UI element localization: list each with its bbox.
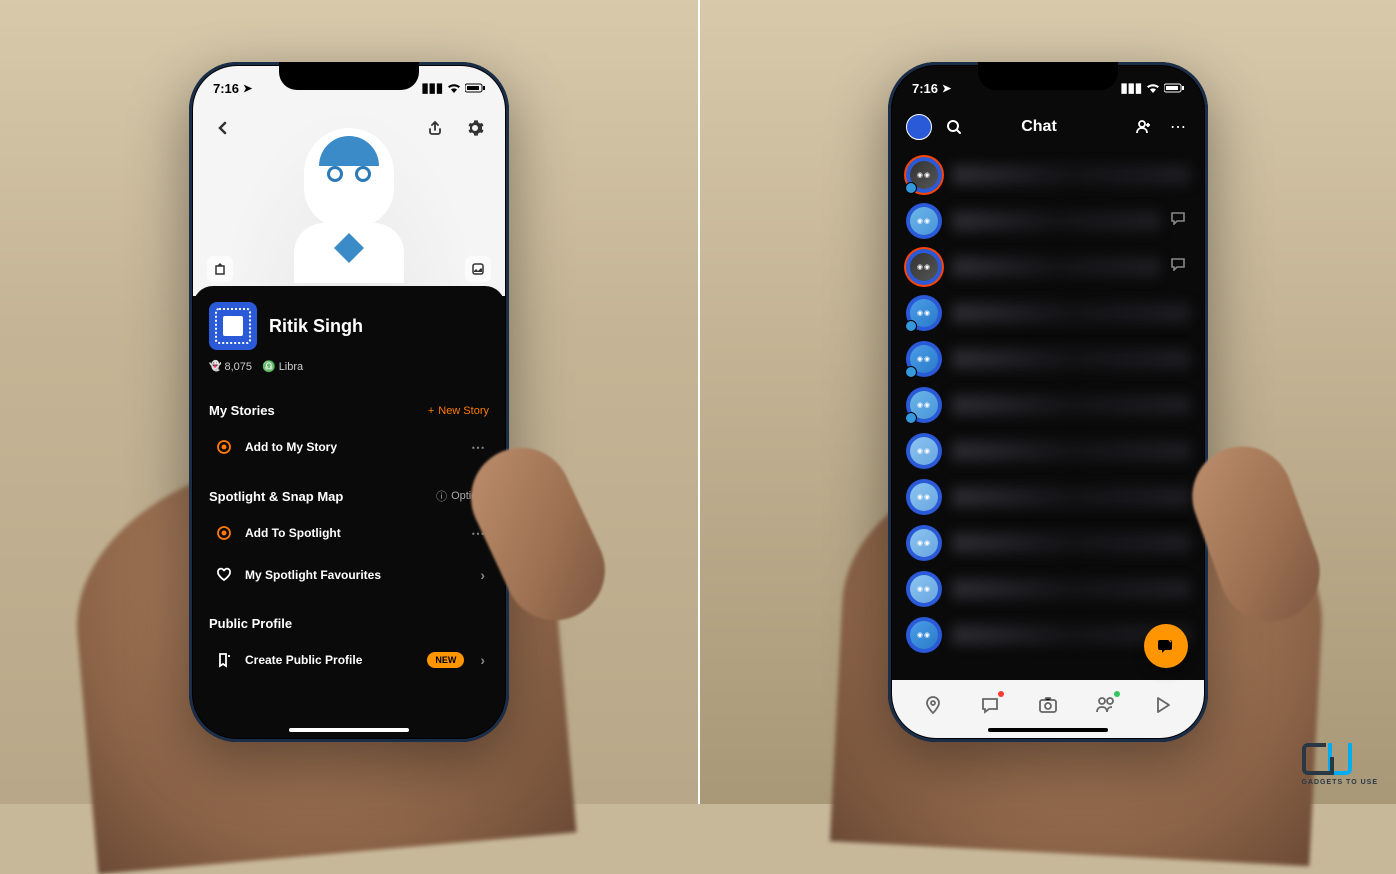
snap-score[interactable]: 👻 8,075 — [209, 361, 252, 373]
plus-icon: + — [428, 405, 434, 417]
chat-name-redacted — [952, 349, 1190, 369]
chevron-right-icon: › — [480, 652, 485, 668]
reply-icon[interactable] — [1170, 257, 1190, 277]
reply-icon[interactable] — [1170, 211, 1190, 231]
status-badge — [905, 366, 917, 378]
chat-avatar[interactable] — [906, 571, 942, 607]
status-badge — [905, 320, 917, 332]
status-badge — [905, 182, 917, 194]
wifi-icon — [1146, 81, 1160, 96]
chat-row[interactable] — [902, 520, 1194, 566]
spotlight-title: Spotlight & Snap Map — [209, 489, 343, 504]
camera-icon — [213, 522, 235, 544]
chat-name-redacted — [952, 533, 1190, 553]
chat-name-redacted — [952, 257, 1160, 277]
chat-avatar[interactable] — [906, 525, 942, 561]
more-button[interactable]: ⋯ — [1166, 115, 1190, 139]
settings-button[interactable] — [461, 114, 489, 142]
notification-dot — [1114, 691, 1120, 697]
bookmark-add-icon — [213, 649, 235, 671]
chat-name-redacted — [952, 395, 1190, 415]
notification-dot — [998, 691, 1004, 697]
background-button[interactable] — [465, 256, 491, 282]
watermark: GADGETS TO USE — [1302, 743, 1379, 786]
profile-name: Ritik Singh — [269, 316, 363, 337]
chat-avatar[interactable] — [906, 433, 942, 469]
snapcode[interactable] — [209, 302, 257, 350]
chat-row[interactable] — [902, 382, 1194, 428]
chat-name-redacted — [952, 165, 1190, 185]
nav-chat[interactable] — [974, 689, 1006, 721]
bitmoji-avatar[interactable] — [279, 128, 419, 298]
nav-map[interactable] — [917, 689, 949, 721]
chat-name-redacted — [952, 579, 1190, 599]
status-time: 7:16 — [213, 81, 239, 96]
chat-row[interactable] — [902, 566, 1194, 612]
chat-avatar[interactable] — [906, 295, 942, 331]
chevron-right-icon: › — [480, 567, 485, 583]
chat-row[interactable] — [902, 336, 1194, 382]
info-icon: ⓘ — [436, 488, 447, 504]
location-icon: ➤ — [942, 82, 951, 95]
libra-icon: ♎ — [262, 360, 276, 373]
chat-row[interactable] — [902, 474, 1194, 520]
add-to-my-story[interactable]: Add to My Story ⋯ — [209, 426, 489, 468]
camera-icon — [213, 436, 235, 458]
chat-name-redacted — [952, 303, 1190, 323]
chat-avatar[interactable] — [906, 341, 942, 377]
battery-icon — [1164, 81, 1184, 96]
chat-avatar[interactable] — [906, 203, 942, 239]
home-indicator[interactable] — [988, 728, 1108, 732]
wifi-icon — [447, 81, 461, 96]
battery-icon — [465, 81, 485, 96]
more-icon[interactable]: ⋯ — [471, 439, 485, 456]
zodiac-sign[interactable]: ♎ Libra — [262, 360, 303, 373]
location-icon: ➤ — [243, 82, 252, 95]
create-public-profile[interactable]: Create Public Profile NEW › — [209, 639, 489, 681]
chat-name-redacted — [952, 487, 1190, 507]
share-button[interactable] — [421, 114, 449, 142]
nav-stories[interactable] — [1090, 689, 1122, 721]
ghost-icon: 👻 — [209, 361, 221, 372]
my-stories-title: My Stories — [209, 403, 275, 418]
chat-avatar[interactable] — [906, 617, 942, 653]
add-friend-button[interactable] — [1132, 115, 1156, 139]
spotlight-favourites[interactable]: My Spotlight Favourites › — [209, 554, 489, 596]
nav-spotlight[interactable] — [1147, 689, 1179, 721]
chat-row[interactable] — [902, 428, 1194, 474]
public-profile-title: Public Profile — [209, 616, 292, 631]
phone-frame-left: 7:16 ➤ ▮▮▮ — [189, 62, 509, 742]
chat-row[interactable] — [902, 244, 1194, 290]
signal-icon: ▮▮▮ — [1121, 80, 1142, 96]
phone-frame-right: 7:16 ➤ ▮▮▮ Chat — [888, 62, 1208, 742]
heart-icon — [213, 564, 235, 586]
back-button[interactable] — [209, 114, 237, 142]
notch — [978, 62, 1118, 90]
new-chat-fab[interactable] — [1144, 624, 1188, 668]
chat-row[interactable] — [902, 198, 1194, 244]
new-story-button[interactable]: + New Story — [428, 405, 489, 417]
chat-avatar[interactable] — [906, 387, 942, 423]
signal-icon: ▮▮▮ — [422, 80, 443, 96]
chat-avatar[interactable] — [906, 157, 942, 193]
chat-list[interactable] — [892, 148, 1204, 680]
profile-avatar-button[interactable] — [906, 114, 932, 140]
chat-row[interactable] — [902, 290, 1194, 336]
home-indicator[interactable] — [289, 728, 409, 732]
outfit-button[interactable] — [207, 256, 233, 282]
status-time: 7:16 — [912, 81, 938, 96]
chat-name-redacted — [952, 211, 1160, 231]
chat-row[interactable] — [902, 152, 1194, 198]
notch — [279, 62, 419, 90]
chat-avatar[interactable] — [906, 249, 942, 285]
new-badge: NEW — [427, 652, 464, 668]
add-to-spotlight[interactable]: Add To Spotlight ⋯ — [209, 512, 489, 554]
status-badge — [905, 412, 917, 424]
nav-camera[interactable] — [1032, 689, 1064, 721]
chat-avatar[interactable] — [906, 479, 942, 515]
chat-name-redacted — [952, 441, 1190, 461]
chat-title: Chat — [956, 118, 1122, 136]
